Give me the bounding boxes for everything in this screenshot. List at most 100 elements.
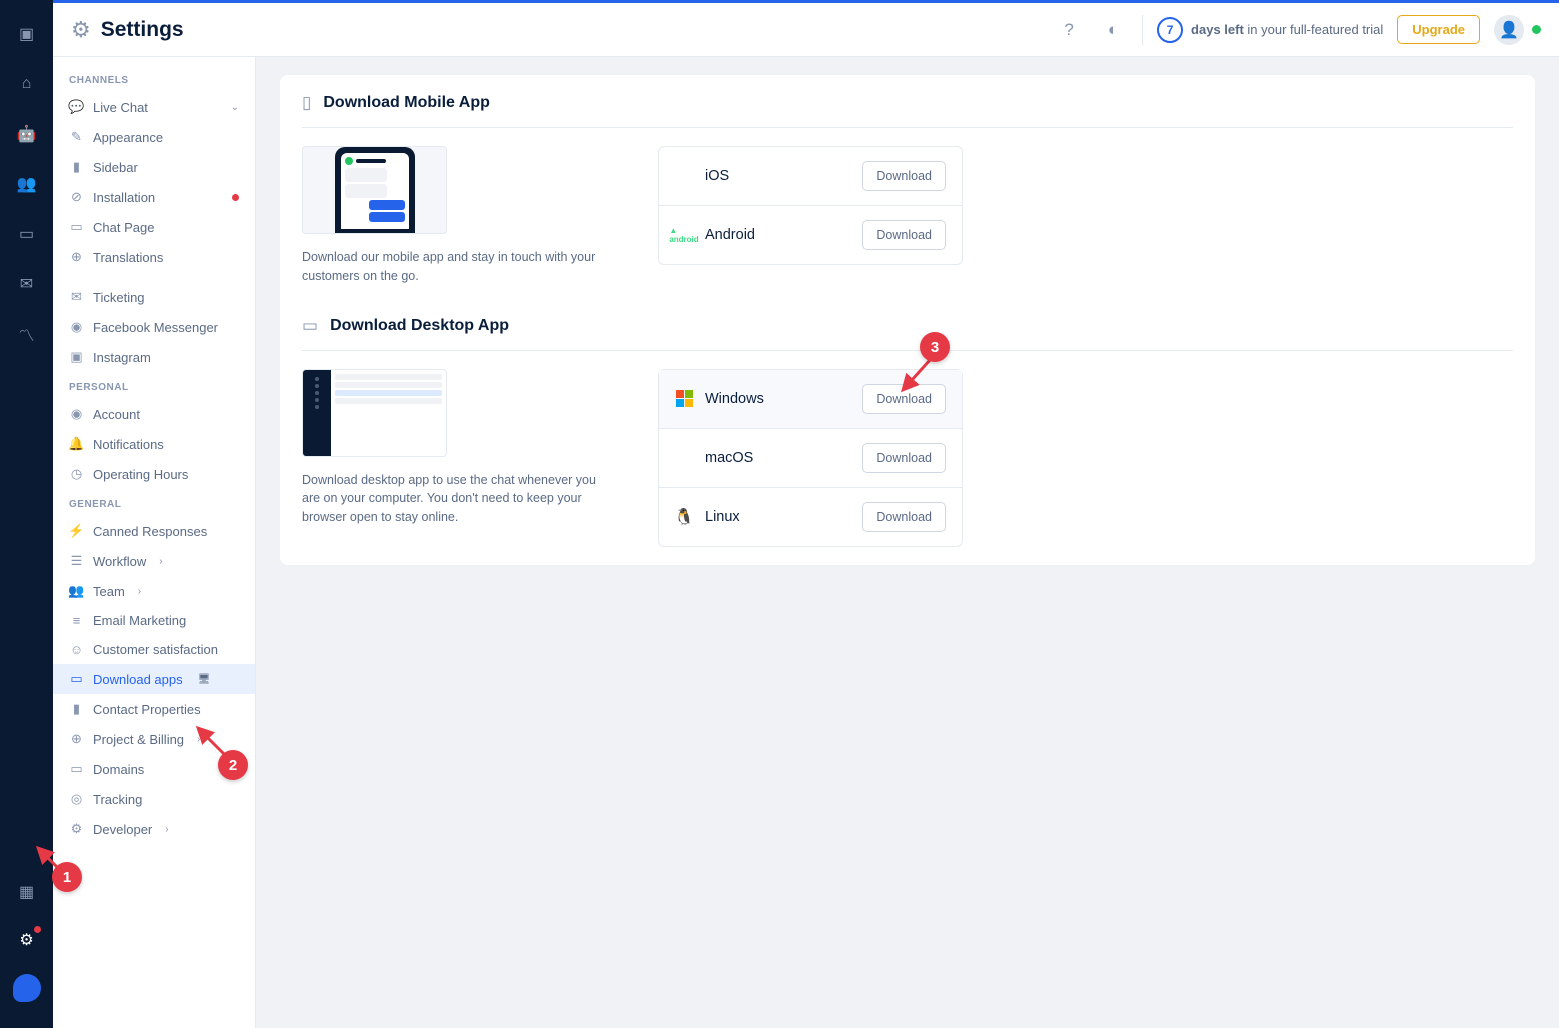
- sidebar-item-label: Sidebar: [93, 160, 138, 175]
- apple-icon: [675, 167, 693, 185]
- chevron-down-icon: ⌄: [231, 102, 239, 113]
- sidebar-item-workflow[interactable]: ☰Workflow›: [53, 546, 255, 576]
- os-name: macOS: [705, 450, 753, 466]
- globe-icon: ⊕: [69, 731, 84, 747]
- chat-icon: 💬: [69, 99, 84, 115]
- sidebar-item-label: Chat Page: [93, 220, 154, 235]
- sidebar-item-label: Instagram: [93, 350, 151, 365]
- divider: [1142, 15, 1143, 45]
- sidebar-item-label: Ticketing: [93, 290, 145, 305]
- sidebar-item-instagram[interactable]: ▣ Instagram: [53, 342, 255, 372]
- annotation-badge-1: 1: [52, 862, 82, 892]
- annotation-badge-2: 2: [218, 750, 248, 780]
- sidebar-item-customer-satisfaction[interactable]: ☺Customer satisfaction: [53, 635, 255, 664]
- person-icon: ◉: [69, 406, 84, 422]
- messenger-icon: ◉: [69, 319, 84, 335]
- sidebar-item-developer[interactable]: ⚙ Developer ›: [53, 814, 255, 844]
- desktop-section-title: Download Desktop App: [330, 317, 509, 335]
- domain-icon: ▭: [69, 761, 84, 777]
- sidebar-item-translations[interactable]: ⊕Translations: [53, 242, 255, 272]
- laptop-icon: ▭: [69, 219, 84, 235]
- target-icon: ◎: [69, 791, 84, 807]
- nav-contacts-icon[interactable]: ▭: [9, 216, 45, 252]
- download-row-android: ▲android Android Download: [659, 206, 962, 264]
- topbar: ⚙ Settings ? ◐ 7 days left in your full-…: [53, 0, 1559, 57]
- section-personal: PERSONAL: [53, 372, 255, 399]
- help-icon[interactable]: ?: [1054, 15, 1084, 45]
- nav-people-icon[interactable]: 👥: [9, 166, 45, 202]
- sidebar-item-label: Team: [93, 584, 125, 599]
- os-name: Android: [705, 227, 755, 243]
- download-ios-button[interactable]: Download: [862, 161, 946, 191]
- pencil-icon: ✎: [69, 129, 84, 145]
- download-row-macos: macOS Download: [659, 429, 962, 488]
- sidebar-item-label: Domains: [93, 762, 144, 777]
- gear-icon: ⚙: [71, 17, 91, 43]
- nav-mail-icon[interactable]: ✉: [9, 266, 45, 302]
- sidebar-item-label: Workflow: [93, 554, 146, 569]
- mobile-download-panel: iOS Download ▲android Android Download: [658, 146, 963, 265]
- bell-icon: 🔔: [69, 436, 84, 452]
- sidebar-item-label: Email Marketing: [93, 613, 186, 628]
- notification-dot-icon: [232, 194, 239, 201]
- nav-home-icon[interactable]: ⌂: [9, 66, 45, 102]
- windows-icon: [675, 390, 693, 408]
- download-linux-button[interactable]: Download: [862, 502, 946, 532]
- nav-settings-icon[interactable]: ⚙: [9, 922, 45, 958]
- sidebar-item-operating-hours[interactable]: ◷Operating Hours: [53, 459, 255, 489]
- os-name: Linux: [705, 509, 740, 525]
- sidebar-item-label: Live Chat: [93, 100, 148, 115]
- sidebar-item-live-chat[interactable]: 💬 Live Chat ⌄: [53, 92, 255, 122]
- sidebar-item-notifications[interactable]: 🔔 Notifications: [53, 429, 255, 459]
- sidebar-item-chat-page[interactable]: ▭ Chat Page: [53, 212, 255, 242]
- globe-icon: ⊕: [69, 249, 84, 265]
- download-macos-button[interactable]: Download: [862, 443, 946, 473]
- refresh-icon[interactable]: ◐: [1098, 15, 1128, 45]
- chevron-right-icon: ›: [165, 824, 168, 835]
- code-icon: ⚙: [69, 821, 84, 837]
- sidebar-item-label: Canned Responses: [93, 524, 207, 539]
- laptop-icon: ▭: [302, 316, 318, 336]
- sidebar-item-label: Customer satisfaction: [93, 642, 218, 657]
- sidebar-item-canned-responses[interactable]: ⚡Canned Responses: [53, 516, 255, 546]
- platform-icons: 🖥: [198, 674, 211, 685]
- sidebar-item-label: Developer: [93, 822, 152, 837]
- instagram-icon: ▣: [69, 349, 84, 365]
- mobile-section-desc: Download our mobile app and stay in touc…: [302, 248, 612, 286]
- sidebar-item-label: Project & Billing: [93, 732, 184, 747]
- sidebar-item-ticketing[interactable]: ✉Ticketing: [53, 282, 255, 312]
- sidebar-item-sidebar[interactable]: ▮ Sidebar: [53, 152, 255, 182]
- content-area: ▯ Download Mobile App Download our mobil…: [256, 57, 1559, 1028]
- os-name: Windows: [705, 391, 764, 407]
- download-android-button[interactable]: Download: [862, 220, 946, 250]
- upgrade-button[interactable]: Upgrade: [1397, 15, 1480, 44]
- people-icon: 👥: [69, 583, 84, 599]
- nav-analytics-icon[interactable]: 〽: [9, 316, 45, 352]
- nav-bot-icon[interactable]: 🤖: [9, 116, 45, 152]
- sidebar-item-download-apps[interactable]: ▭Download apps 🖥: [53, 664, 255, 694]
- sidebar-item-email-marketing[interactable]: ≡ Email Marketing: [53, 606, 255, 635]
- sidebar-item-account[interactable]: ◉Account: [53, 399, 255, 429]
- section-channels: CHANNELS: [53, 65, 255, 92]
- megaphone-icon: ≡: [69, 613, 84, 628]
- sidebar-item-team[interactable]: 👥Team›: [53, 576, 255, 606]
- nav-inbox-icon[interactable]: ▣: [9, 16, 45, 52]
- bookmark-icon: ▮: [69, 159, 84, 175]
- sidebar-item-label: Download apps: [93, 672, 183, 687]
- sidebar-item-label: Notifications: [93, 437, 164, 452]
- phone-icon: ▯: [302, 93, 311, 113]
- desktop-section-desc: Download desktop app to use the chat whe…: [302, 471, 612, 527]
- sidebar-item-appearance[interactable]: ✎Appearance: [53, 122, 255, 152]
- avatar[interactable]: 👤: [1494, 15, 1524, 45]
- sidebar-item-installation[interactable]: ⊘Installation: [53, 182, 255, 212]
- trial-days-badge: 7: [1157, 17, 1183, 43]
- nav-brand-icon[interactable]: [9, 970, 45, 1006]
- list-icon: ☰: [69, 553, 84, 569]
- sidebar-item-label: Installation: [93, 190, 155, 205]
- sidebar-item-fb-messenger[interactable]: ◉Facebook Messenger: [53, 312, 255, 342]
- linux-icon: 🐧: [675, 508, 693, 526]
- desktop-preview-image: [302, 369, 447, 457]
- apple-icon: [675, 449, 693, 467]
- sidebar-item-tracking[interactable]: ◎Tracking: [53, 784, 255, 814]
- download-row-ios: iOS Download: [659, 147, 962, 206]
